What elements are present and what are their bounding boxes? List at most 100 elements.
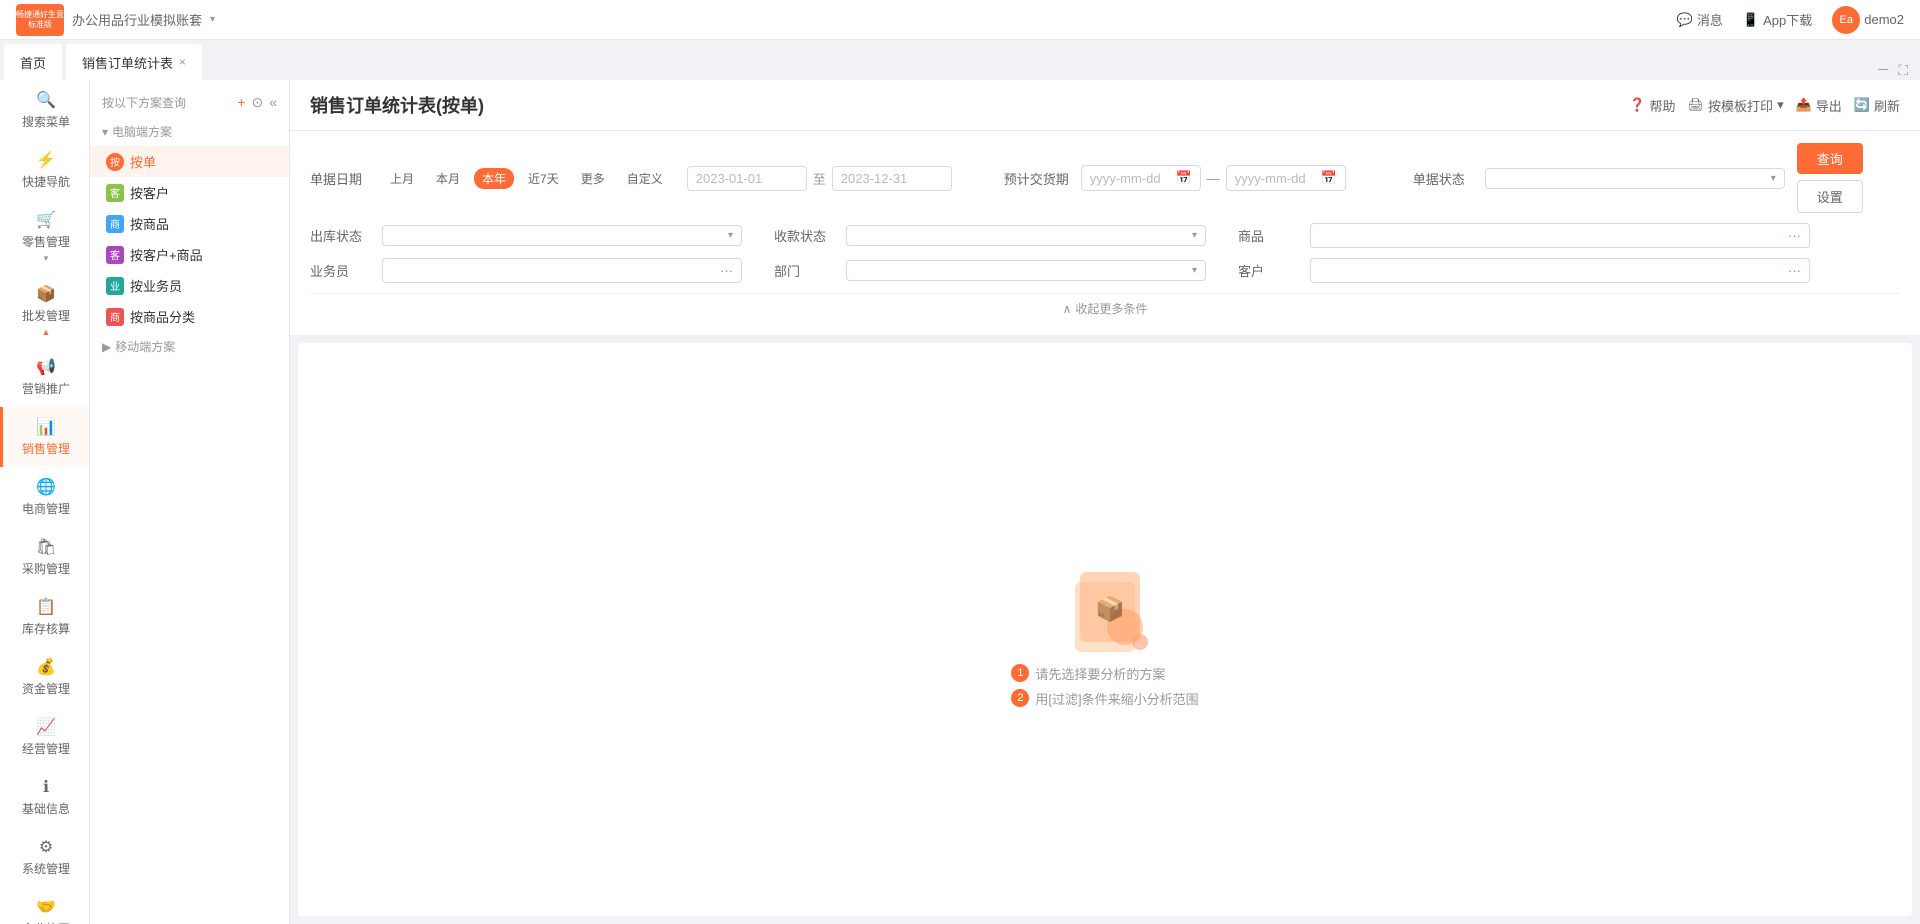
sidebar-item-purchase[interactable]: 🛍 采购管理: [0, 527, 89, 587]
export-label: 导出: [1816, 96, 1842, 115]
scheme-by-salesperson[interactable]: 业 按业务员: [90, 270, 289, 301]
user-menu[interactable]: Ea demo2: [1832, 6, 1904, 34]
date-tab-last-7-days[interactable]: 近7天: [520, 168, 567, 189]
print-dropdown-arrow[interactable]: ▾: [1777, 97, 1784, 113]
empty-illustration: 📦: [1055, 552, 1155, 652]
add-scheme-button[interactable]: +: [237, 94, 245, 111]
panel-collapse-button[interactable]: «: [269, 94, 277, 111]
svg-text:📦: 📦: [1095, 595, 1125, 623]
pc-scheme-section[interactable]: ▾ 电脑端方案: [90, 117, 289, 146]
date-tab-last-month[interactable]: 上月: [382, 168, 422, 189]
tabbar: 首页 销售订单统计表 × － ⛶: [0, 40, 1920, 80]
sidebar-item-ecommerce[interactable]: 🌐 电商管理: [0, 467, 89, 527]
scheme-by-product-category[interactable]: 商 按商品分类: [90, 301, 289, 332]
salesperson-dots-button[interactable]: ···: [720, 263, 733, 278]
product-dots-button[interactable]: ···: [1788, 228, 1801, 243]
sidebar-item-inventory-label: 库存核算: [22, 620, 70, 637]
customer-select[interactable]: ···: [1310, 258, 1810, 283]
salesperson-select[interactable]: ···: [382, 258, 742, 283]
customer-dots-button[interactable]: ···: [1788, 263, 1801, 278]
user-name: demo2: [1864, 12, 1904, 27]
scheme-by-customer-product-label: 按客户+商品: [130, 245, 203, 264]
date-end-input[interactable]: 2023-12-31: [832, 166, 952, 191]
scheme-by-salesperson-icon: 业: [106, 277, 124, 295]
scheme-by-product[interactable]: 商 按商品: [90, 208, 289, 239]
sidebar-item-wholesale[interactable]: 📦 批发管理 ▲: [0, 274, 89, 347]
finance-icon: 💰: [36, 657, 56, 677]
tip-2-number: 2: [1011, 689, 1029, 707]
sidebar-item-marketing[interactable]: 📢 营销推广: [0, 347, 89, 407]
expected-delivery-start[interactable]: yyyy-mm-dd 📅: [1081, 165, 1201, 191]
wholesale-expand-icon: ▲: [42, 327, 51, 337]
sidebar-item-wholesale-label: 批发管理: [22, 307, 70, 324]
sidebar-item-operations[interactable]: 📈 经营管理: [0, 707, 89, 767]
tip-2-text: 用[过滤]条件来缩小分析范围: [1035, 689, 1198, 708]
expected-delivery-start-calendar-icon: 📅: [1176, 170, 1192, 186]
scheme-by-customer[interactable]: 客 按客户: [90, 177, 289, 208]
date-tab-this-year[interactable]: 本年: [474, 168, 514, 189]
sidebar-item-basic-info[interactable]: ℹ 基础信息: [0, 767, 89, 827]
scheme-by-product-category-icon: 商: [106, 308, 124, 326]
scheme-by-order-icon: 按: [106, 153, 124, 171]
expected-delivery-start-placeholder: yyyy-mm-dd: [1090, 171, 1161, 186]
date-start-input[interactable]: 2023-01-01: [687, 166, 807, 191]
sidebar-item-finance[interactable]: 💰 资金管理: [0, 647, 89, 707]
department-dropdown-arrow: ▾: [1192, 265, 1197, 276]
payment-status-select[interactable]: ▾: [846, 225, 1206, 246]
setting-button[interactable]: 设置: [1797, 180, 1863, 213]
filter-row-1: 单据日期 上月 本月 本年 近7天 更多 自定义 2023-01-01 至: [310, 143, 1900, 213]
date-tab-more[interactable]: 更多: [573, 168, 613, 189]
mobile-scheme-section[interactable]: ▶ 移动端方案: [90, 332, 289, 361]
app-download-button[interactable]: 📱 App下载: [1743, 10, 1812, 29]
quick-nav-icon: ⚡: [36, 150, 56, 170]
sidebar-item-search-menu[interactable]: 🔍 搜索菜单: [0, 80, 89, 140]
sidebar: 🔍 搜索菜单 ⚡ 快捷导航 🛒 零售管理 ▾ 📦 批发管理 ▲ 📢 营销推广 📊…: [0, 80, 90, 924]
delivery-status-label: 出库状态: [310, 226, 370, 245]
print-template-button[interactable]: 🖨 按模板打印 ▾: [1688, 96, 1784, 115]
retail-icon: 🛒: [36, 210, 56, 230]
query-button[interactable]: 查询: [1797, 143, 1863, 174]
refresh-button[interactable]: 🔄 刷新: [1854, 96, 1900, 115]
logo: 畅捷通好生意 标准版: [16, 4, 64, 36]
sidebar-item-system-label: 系统管理: [22, 860, 70, 877]
help-button[interactable]: ❓ 帮助: [1629, 96, 1675, 115]
date-tab-this-month[interactable]: 本月: [428, 168, 468, 189]
basic-info-icon: ℹ: [43, 777, 49, 797]
export-button[interactable]: 📤 导出: [1796, 96, 1842, 115]
product-select[interactable]: ···: [1310, 223, 1810, 248]
scheme-settings-button[interactable]: ⊙: [251, 94, 263, 111]
order-status-select[interactable]: ▾: [1485, 168, 1785, 189]
tab-sales-order-stats[interactable]: 销售订单统计表 ×: [66, 44, 202, 80]
left-panel-header-actions: + ⊙ «: [237, 94, 277, 111]
message-button[interactable]: 💬 消息: [1677, 10, 1723, 29]
sidebar-item-cooperation[interactable]: 🤝 企业协同: [0, 887, 89, 924]
sidebar-item-inventory[interactable]: 📋 库存核算: [0, 587, 89, 647]
customer-label: 客户: [1238, 261, 1298, 280]
empty-state: 📦 1 请先选择要分析的方案 2 用[过滤]条件来缩小分析范围: [298, 343, 1912, 916]
system-icon: ⚙: [39, 837, 53, 857]
app-dropdown-arrow[interactable]: ▾: [210, 14, 215, 25]
sidebar-item-system[interactable]: ⚙ 系统管理: [0, 827, 89, 887]
sidebar-item-sales[interactable]: 📊 销售管理: [0, 407, 89, 467]
department-select[interactable]: ▾: [846, 260, 1206, 281]
scheme-by-product-label: 按商品: [130, 214, 169, 233]
delivery-status-select[interactable]: ▾: [382, 225, 742, 246]
search-menu-icon: 🔍: [36, 90, 56, 110]
tab-home[interactable]: 首页: [4, 44, 62, 80]
tab-close-icon[interactable]: ×: [179, 55, 186, 69]
sidebar-item-quick-nav[interactable]: ⚡ 快捷导航: [0, 140, 89, 200]
expected-delivery-end[interactable]: yyyy-mm-dd 📅: [1226, 165, 1346, 191]
collapse-filter-button[interactable]: ∧ 收起更多条件: [310, 293, 1900, 323]
scheme-by-customer-product[interactable]: 客 按客户+商品: [90, 239, 289, 270]
window-maximize-button[interactable]: ⛶: [1898, 62, 1908, 79]
page-header: 销售订单统计表(按单) ❓ 帮助 🖨 按模板打印 ▾ 📤 导出: [290, 80, 1920, 131]
empty-svg: 📦: [1055, 552, 1175, 672]
expected-delivery-group: yyyy-mm-dd 📅 — yyyy-mm-dd 📅: [1081, 165, 1361, 191]
expected-delivery-label: 预计交货期: [1004, 169, 1069, 188]
print-label: 按模板打印: [1708, 96, 1773, 115]
sidebar-item-retail[interactable]: 🛒 零售管理 ▾: [0, 200, 89, 274]
window-minimize-button[interactable]: －: [1876, 60, 1890, 80]
message-label: 消息: [1697, 10, 1723, 29]
scheme-by-order[interactable]: 按 按单: [90, 146, 289, 177]
date-tab-custom[interactable]: 自定义: [619, 168, 671, 189]
